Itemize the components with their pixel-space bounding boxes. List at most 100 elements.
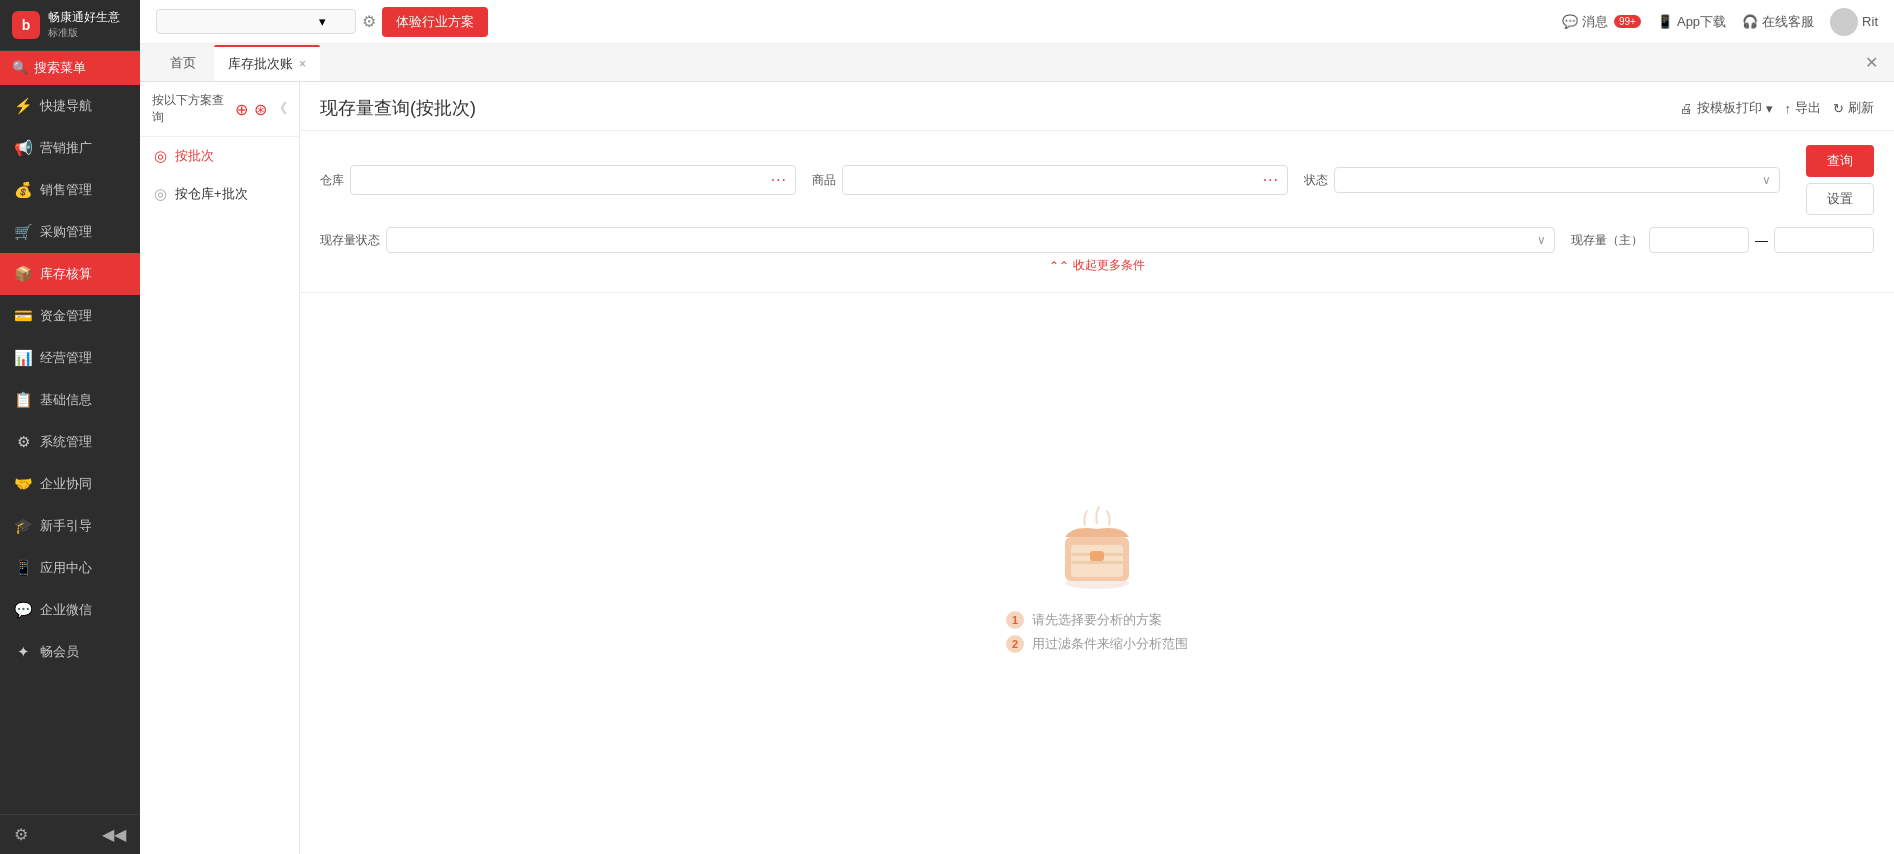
collapse-row[interactable]: ⌃⌃ 收起更多条件 (320, 253, 1874, 278)
warehouse-filter-group: 仓库 ··· (320, 165, 796, 195)
scheme-label: 按批次 (175, 147, 214, 165)
download-icon: 📱 (1657, 14, 1673, 29)
query-button[interactable]: 查询 (1806, 145, 1874, 177)
warehouse-dots-icon: ··· (771, 171, 787, 189)
scheme-inactive-icon: ◎ (154, 185, 167, 203)
svg-rect-5 (1090, 551, 1104, 561)
sidebar-header: b 畅康通好生意 标准版 (0, 0, 140, 51)
sidebar-item-enterprise[interactable]: 🤝 企业协同 (0, 463, 140, 505)
inventory-icon: 📦 (14, 265, 32, 283)
purchase-icon: 🛒 (14, 223, 32, 241)
sidebar-item-marketing[interactable]: 📢 营销推广 (0, 127, 140, 169)
sidebar-item-quick-nav[interactable]: ⚡ 快捷导航 (0, 85, 140, 127)
refresh-button[interactable]: ↻ 刷新 (1833, 99, 1874, 117)
hint-text-2: 用过滤条件来缩小分析范围 (1032, 635, 1188, 653)
sidebar-item-label: 销售管理 (40, 181, 92, 199)
print-button[interactable]: 🖨 按模板打印 ▾ (1680, 99, 1773, 117)
app-name-block: 畅康通好生意 标准版 (48, 10, 120, 40)
page-header: 现存量查询(按批次) 🖨 按模板打印 ▾ ↑ 导出 ↻ 刷新 (300, 82, 1894, 131)
messages-button[interactable]: 💬 消息 99+ (1562, 13, 1641, 31)
stock-status-select[interactable]: ∨ (386, 227, 1555, 253)
sidebar-item-label: 企业微信 (40, 601, 92, 619)
export-button[interactable]: ↑ 导出 (1785, 99, 1822, 117)
stock-status-filter-group: 现存量状态 ∨ (320, 227, 1555, 253)
tab-home[interactable]: 首页 (156, 46, 210, 80)
qty-label: 现存量（主） (1571, 232, 1643, 249)
scheme-active-icon: ◎ (154, 147, 167, 165)
tab-close-button[interactable]: × (299, 57, 306, 71)
export-label: 导出 (1795, 99, 1821, 117)
stock-status-label: 现存量状态 (320, 232, 380, 249)
enterprise-icon: 🤝 (14, 475, 32, 493)
sidebar-item-purchase[interactable]: 🛒 采购管理 (0, 211, 140, 253)
sidebar-item-inventory[interactable]: 📦 库存核算 (0, 253, 140, 295)
sidebar-footer: ⚙ ◀◀ (0, 814, 140, 854)
topbar-gear-icon[interactable]: ⚙ (362, 12, 376, 31)
scheme-by-batch[interactable]: ◎ 按批次 (140, 137, 299, 175)
topbar-search-input[interactable] (165, 15, 315, 29)
sidebar-item-label: 系统管理 (40, 433, 92, 451)
right-panel: 现存量查询(按批次) 🖨 按模板打印 ▾ ↑ 导出 ↻ 刷新 (300, 82, 1894, 854)
warehouse-label: 仓库 (320, 172, 344, 189)
product-input[interactable]: ··· (842, 165, 1288, 195)
sidebar-item-appstore[interactable]: 📱 应用中心 (0, 547, 140, 589)
status-select[interactable]: ∨ (1334, 167, 1780, 193)
online-service-button[interactable]: 🎧 在线客服 (1742, 13, 1814, 31)
settings-icon[interactable]: ⚙ (14, 825, 28, 844)
tab-label: 库存批次账 (228, 55, 293, 73)
online-service-label: 在线客服 (1762, 13, 1814, 31)
product-label: 商品 (812, 172, 836, 189)
stock-status-chevron-icon: ∨ (1537, 233, 1546, 247)
sidebar-nav: ⚡ 快捷导航 📢 营销推广 💰 销售管理 🛒 采购管理 📦 库存核算 💳 资金管… (0, 85, 140, 814)
sidebar-item-vip[interactable]: ✦ 畅会员 (0, 631, 140, 673)
topbar-search-box[interactable]: ▾ (156, 9, 356, 34)
product-filter-group: 商品 ··· (812, 165, 1288, 195)
page-content: 按以下方案查询 ⊕ ⊛ 《 ◎ 按批次 ◎ 按仓库+批次 现存量查询(按批次) (140, 82, 1894, 854)
search-menu-button[interactable]: 🔍 搜索菜单 (0, 51, 140, 85)
topbar-search-dropdown-icon: ▾ (319, 14, 326, 29)
warehouse-input[interactable]: ··· (350, 165, 796, 195)
newbie-icon: 🎓 (14, 517, 32, 535)
app-logo: b (12, 11, 40, 39)
sidebar-item-label: 快捷导航 (40, 97, 92, 115)
page-title: 现存量查询(按批次) (320, 96, 476, 120)
settings-button[interactable]: 设置 (1806, 183, 1874, 215)
app-name: 畅康通好生意 (48, 10, 120, 26)
user-avatar-area[interactable]: Rit (1830, 8, 1878, 36)
left-panel-actions: ⊕ ⊛ 《 (235, 100, 287, 119)
empty-hint-1: 1 请先选择要分析的方案 (1006, 611, 1188, 629)
left-panel-header: 按以下方案查询 ⊕ ⊛ 《 (140, 82, 299, 137)
sidebar-item-wechat[interactable]: 💬 企业微信 (0, 589, 140, 631)
sidebar-item-newbie[interactable]: 🎓 新手引导 (0, 505, 140, 547)
sidebar-item-basic[interactable]: 📋 基础信息 (0, 379, 140, 421)
sidebar-item-operations[interactable]: 📊 经营管理 (0, 337, 140, 379)
sidebar-item-system[interactable]: ⚙ 系统管理 (0, 421, 140, 463)
sidebar-item-label: 经营管理 (40, 349, 92, 367)
sidebar-item-sales[interactable]: 💰 销售管理 (0, 169, 140, 211)
status-chevron-icon: ∨ (1762, 173, 1771, 187)
empty-svg-illustration (1047, 495, 1147, 595)
collapse-icon[interactable]: ◀◀ (102, 825, 126, 844)
qty-min-input[interactable] (1649, 227, 1749, 253)
finance-icon: 💳 (14, 307, 32, 325)
qty-max-input[interactable] (1774, 227, 1874, 253)
tab-bar-close-button[interactable]: ✕ (1865, 53, 1878, 72)
add-scheme-icon[interactable]: ⊕ (235, 100, 248, 119)
trial-button[interactable]: 体验行业方案 (382, 7, 488, 37)
app-download-button[interactable]: 📱 App下载 (1657, 13, 1726, 31)
filter-action-buttons: 查询 设置 (1806, 145, 1874, 215)
hint-num-1: 1 (1006, 611, 1024, 629)
vip-icon: ✦ (14, 643, 32, 661)
appstore-icon: 📱 (14, 559, 32, 577)
empty-illustration (1047, 495, 1147, 595)
sidebar-item-finance[interactable]: 💳 资金管理 (0, 295, 140, 337)
sidebar-item-label: 采购管理 (40, 223, 92, 241)
scheme-settings-icon[interactable]: ⊛ (254, 100, 267, 119)
username: Rit (1862, 14, 1878, 29)
tab-active-inventory[interactable]: 库存批次账 × (214, 45, 320, 81)
tab-bar: 首页 库存批次账 × ✕ (140, 44, 1894, 82)
scheme-by-warehouse-batch[interactable]: ◎ 按仓库+批次 (140, 175, 299, 213)
messages-badge: 99+ (1614, 15, 1641, 28)
panel-collapse-icon[interactable]: 《 (273, 100, 287, 118)
topbar-search-area: ▾ ⚙ 体验行业方案 (156, 7, 1552, 37)
